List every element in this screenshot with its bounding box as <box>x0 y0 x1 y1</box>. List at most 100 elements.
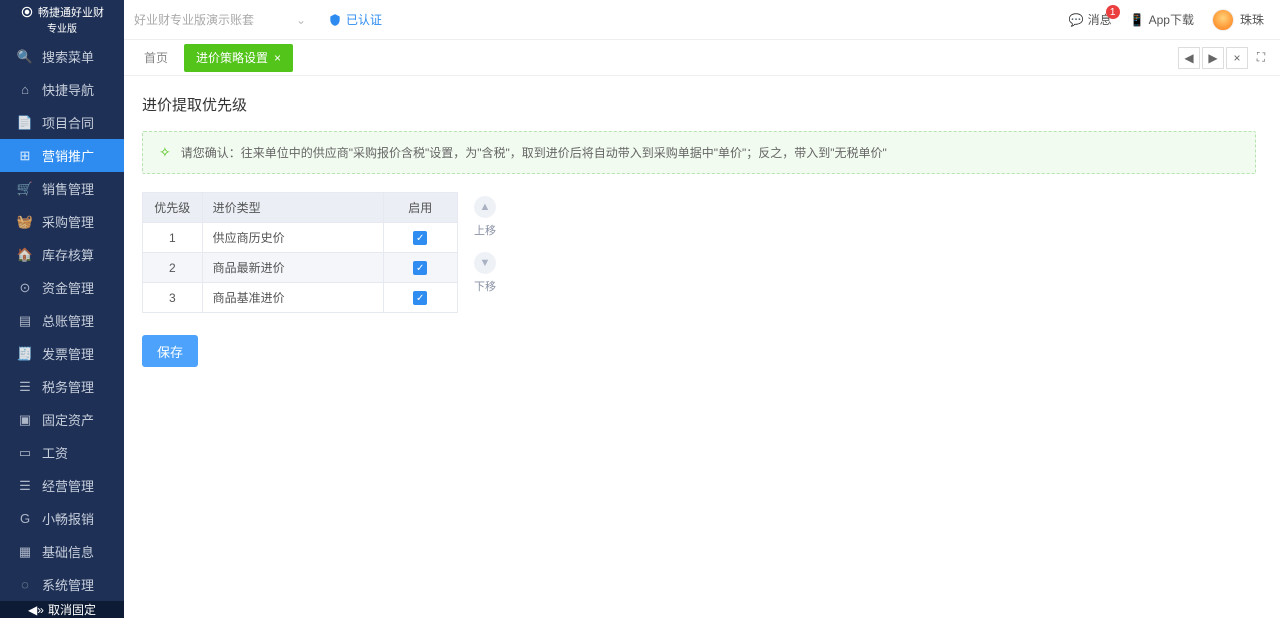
menu-icon: ⊞ <box>18 149 32 163</box>
cell-enable: ✓ <box>383 223 458 253</box>
info-icon: ✧ <box>159 144 171 161</box>
sidebar-item[interactable]: 📄 项目合同 <box>0 106 124 139</box>
cell-priority: 2 <box>143 253 203 283</box>
sidebar-item-label: 资金管理 <box>42 278 94 297</box>
sidebar-item-label: 小畅报销 <box>42 509 94 528</box>
sidebar-item[interactable]: 🧺 采购管理 <box>0 205 124 238</box>
sidebar-item-label: 经营管理 <box>42 476 94 495</box>
sidebar: 🔍 搜索菜单 ⌂快捷导航 📄 项目合同 ⊞ 营销推广 🛒 销售管理 🧺 采购管理 🏠 库存核算 ⊙ 资金管理… <box>0 40 124 609</box>
tab-label: 进价策略设置 <box>196 49 268 66</box>
menu-icon: ⌂ <box>18 83 32 97</box>
account-selector[interactable]: 好业财专业版演示账套 ⌄ <box>134 11 314 28</box>
sidebar-item-label: 工资 <box>42 443 68 462</box>
menu-icon: ☰ <box>18 380 32 394</box>
col-enable: 启用 <box>383 193 458 223</box>
sidebar-item[interactable]: 🧾 发票管理 <box>0 337 124 370</box>
sidebar-item[interactable]: ▣ 固定资产 <box>0 403 124 436</box>
brand-logo: 畅捷通好业财 专业版 <box>0 0 124 40</box>
sidebar-item[interactable]: 🔍 搜索菜单 <box>0 40 124 73</box>
save-button[interactable]: 保存 <box>142 335 198 367</box>
user-menu[interactable]: 珠珠 <box>1212 9 1264 31</box>
menu-icon: ▦ <box>18 545 32 559</box>
sidebar-item[interactable]: ▦ 基础信息 <box>0 535 124 568</box>
avatar <box>1212 9 1234 31</box>
sidebar-item[interactable]: ⊞ 营销推广 <box>0 139 124 172</box>
sidebar-item-label: 营销推广 <box>42 146 94 165</box>
sidebar-item[interactable]: 🛒 销售管理 <box>0 172 124 205</box>
sidebar-item[interactable]: ▤ 总账管理 <box>0 304 124 337</box>
sidebar-item-label: 销售管理 <box>42 179 94 198</box>
brand-edition: 专业版 <box>47 20 77 35</box>
checkbox-checked-icon[interactable]: ✓ <box>413 291 427 305</box>
sound-icon: ◀» <box>28 603 44 617</box>
sidebar-item[interactable]: ⊙ 资金管理 <box>0 271 124 304</box>
menu-icon: 🔍 <box>18 50 32 64</box>
cell-priority: 1 <box>143 223 203 253</box>
messages-button[interactable]: 💬 消息 1 <box>1069 11 1112 28</box>
cell-priority: 3 <box>143 283 203 313</box>
phone-icon: 📱 <box>1130 13 1145 27</box>
move-down-button[interactable]: ▼ <box>474 252 496 274</box>
menu-icon: ◌ <box>18 578 32 592</box>
app-download-button[interactable]: 📱 App下载 <box>1130 11 1194 28</box>
sidebar-item-label: 库存核算 <box>42 245 94 264</box>
sidebar-item[interactable]: ▭ 工资 <box>0 436 124 469</box>
fullscreen-button[interactable]: ⛶ <box>1250 47 1272 69</box>
cell-type: 商品基准进价 <box>202 283 383 313</box>
menu-icon: ▣ <box>18 413 32 427</box>
notice-text: 请您确认：往来单位中的供应商"采购报价含税"设置，为"含税"，取到进价后将自动带… <box>181 144 887 161</box>
cell-type: 商品最新进价 <box>202 253 383 283</box>
table-row[interactable]: 3 商品基准进价 ✓ <box>143 283 458 313</box>
menu-icon: G <box>18 512 32 526</box>
tab-close-all-button[interactable]: × <box>1226 47 1248 69</box>
table-row[interactable]: 2 商品最新进价 ✓ <box>143 253 458 283</box>
sidebar-item-label: 项目合同 <box>42 113 94 132</box>
checkbox-checked-icon[interactable]: ✓ <box>413 261 427 275</box>
cell-type: 供应商历史价 <box>202 223 383 253</box>
verified-badge: 已认证 <box>328 11 382 28</box>
chevron-down-icon: ⌄ <box>296 13 306 27</box>
move-up-label: 上移 <box>474 222 496 238</box>
priority-table: 优先级 进价类型 启用 1 供应商历史价 ✓2 商品最新进价 ✓3 商品基准进价… <box>142 192 458 313</box>
sidebar-item-label: 基础信息 <box>42 542 94 561</box>
tab-price-strategy[interactable]: 进价策略设置 × <box>184 44 293 72</box>
menu-icon: ⊙ <box>18 281 32 295</box>
notice-banner: ✧ 请您确认：往来单位中的供应商"采购报价含税"设置，为"含税"，取到进价后将自… <box>142 131 1256 174</box>
page-title: 进价提取优先级 <box>142 94 1256 115</box>
menu-icon: ▭ <box>18 446 32 460</box>
menu-icon: ▤ <box>18 314 32 328</box>
sidebar-item[interactable]: 🏠 库存核算 <box>0 238 124 271</box>
tab-next-button[interactable]: ▶ <box>1202 47 1224 69</box>
sidebar-item[interactable]: ☰ 税务管理 <box>0 370 124 403</box>
menu-icon: 📄 <box>18 116 32 130</box>
brand-name: 畅捷通好业财 <box>38 4 104 20</box>
move-up-button[interactable]: ▲ <box>474 196 496 218</box>
checkbox-checked-icon[interactable]: ✓ <box>413 231 427 245</box>
sidebar-item-label: 总账管理 <box>42 311 94 330</box>
messages-badge: 1 <box>1106 5 1120 19</box>
cell-enable: ✓ <box>383 283 458 313</box>
menu-icon: 🧺 <box>18 215 32 229</box>
sidebar-item-label: 固定资产 <box>42 410 94 429</box>
menu-icon: 🏠 <box>18 248 32 262</box>
menu-icon: 🛒 <box>18 182 32 196</box>
sidebar-item[interactable]: ⌂快捷导航 <box>0 73 124 106</box>
sidebar-item-label: 采购管理 <box>42 212 94 231</box>
sidebar-item[interactable]: ◌系统管理 <box>0 568 124 601</box>
sidebar-pin-toggle[interactable]: ◀» 取消固定 <box>0 601 124 618</box>
tab-home[interactable]: 首页 <box>132 44 180 72</box>
sidebar-item-label: 税务管理 <box>42 377 94 396</box>
sidebar-item-label: 发票管理 <box>42 344 94 363</box>
sidebar-item-label: 搜索菜单 <box>42 47 94 66</box>
col-priority: 优先级 <box>143 193 203 223</box>
sidebar-item[interactable]: G 小畅报销 <box>0 502 124 535</box>
menu-icon: 🧾 <box>18 347 32 361</box>
table-row[interactable]: 1 供应商历史价 ✓ <box>143 223 458 253</box>
col-type: 进价类型 <box>202 193 383 223</box>
tab-prev-button[interactable]: ◀ <box>1178 47 1200 69</box>
chat-icon: 💬 <box>1069 13 1084 27</box>
sidebar-item[interactable]: ☰经营管理 <box>0 469 124 502</box>
account-name: 好业财专业版演示账套 <box>134 11 254 28</box>
close-icon[interactable]: × <box>274 51 281 65</box>
move-down-label: 下移 <box>474 278 496 294</box>
